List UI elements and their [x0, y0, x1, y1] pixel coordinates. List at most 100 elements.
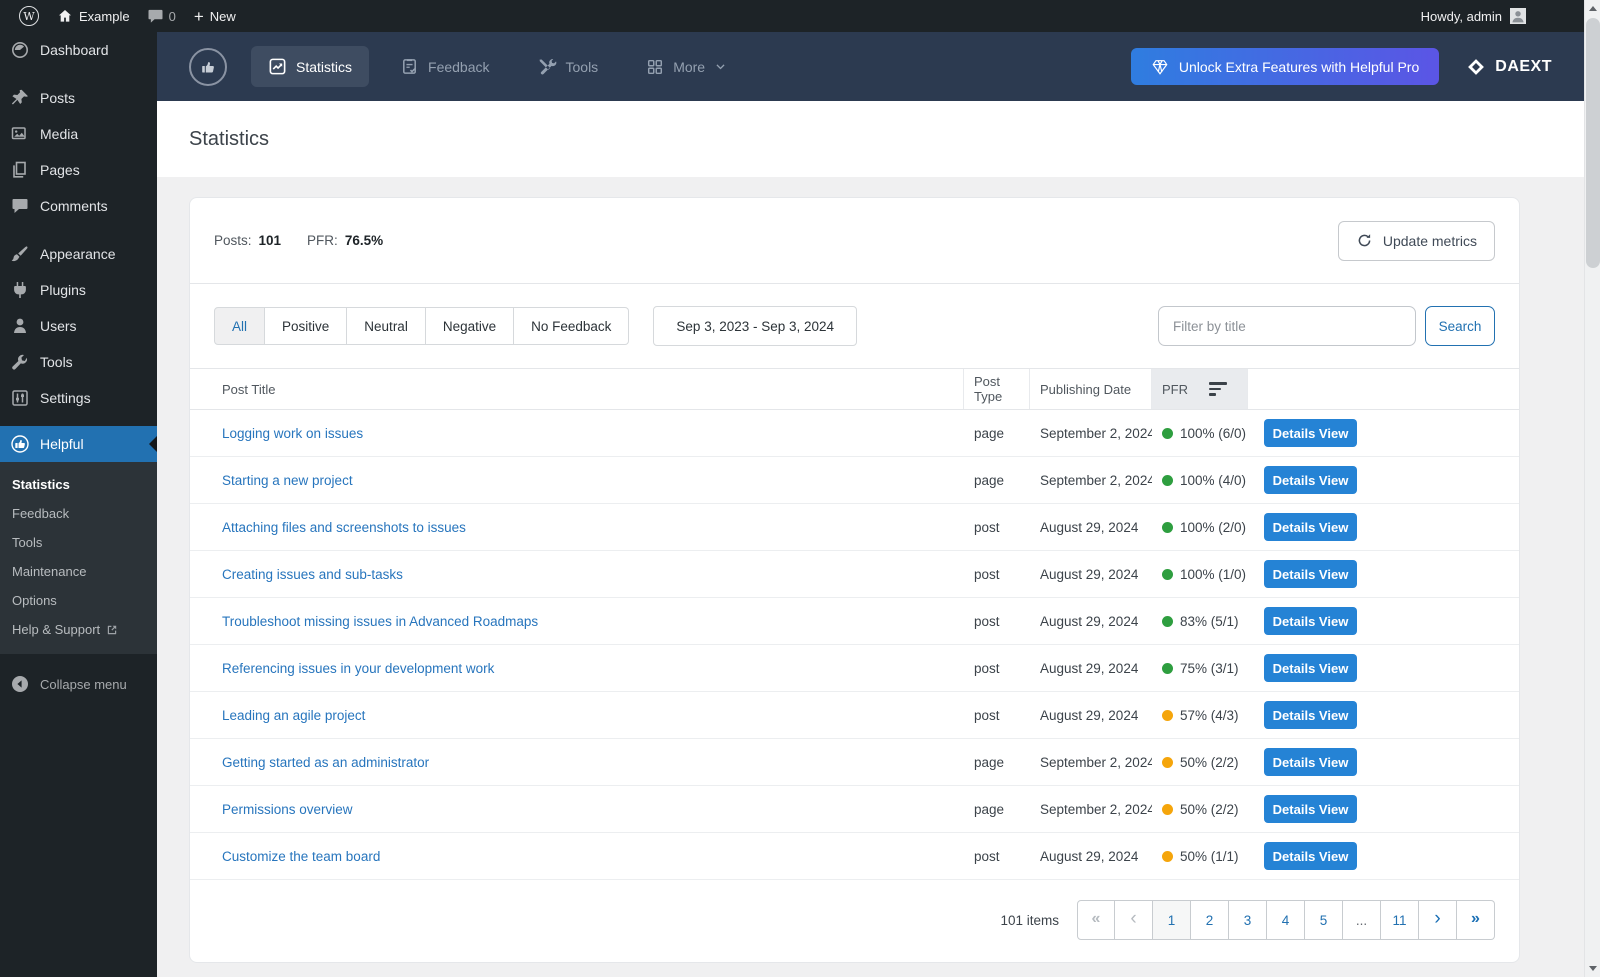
sidebar-item-appearance[interactable]: Appearance — [0, 236, 157, 272]
filter-tab-all[interactable]: All — [214, 307, 266, 345]
details-view-button[interactable]: Details View — [1264, 701, 1357, 729]
post-title-link[interactable]: Logging work on issues — [222, 426, 363, 441]
filter-tab-no-feedback[interactable]: No Feedback — [514, 307, 630, 345]
sidebar-item-tools[interactable]: Tools — [0, 344, 157, 380]
pfr-value: 50% (2/2) — [1152, 802, 1248, 817]
details-view-button[interactable]: Details View — [1264, 466, 1357, 494]
post-type: page — [974, 425, 1005, 441]
post-title-link[interactable]: Leading an agile project — [222, 708, 365, 723]
post-type: post — [974, 660, 1000, 676]
comments-shortcut[interactable]: 0 — [139, 0, 185, 32]
post-title-link[interactable]: Permissions overview — [222, 802, 353, 817]
sidebar-item-media[interactable]: Media — [0, 116, 157, 152]
wrench-icon — [10, 352, 30, 372]
helpful-plugin-nav: Statistics Feedback Tools More Unlock Ex… — [157, 32, 1584, 101]
submenu-item-help-support[interactable]: Help & Support — [0, 615, 157, 644]
daext-mark-icon — [1465, 56, 1487, 78]
scroll-down-arrow[interactable] — [1585, 960, 1600, 977]
column-header-pfr[interactable]: PFR — [1152, 369, 1248, 409]
last-page-button[interactable]: » — [1457, 900, 1495, 940]
search-button[interactable]: Search — [1425, 306, 1495, 346]
table-row: Creating issues and sub-tasks post Augus… — [190, 551, 1519, 598]
pagination-bar: 101 items « ‹ 1 2 3 4 5 ... 11 › » — [190, 880, 1519, 962]
wp-logo-menu[interactable]: W — [10, 0, 48, 32]
details-view-button[interactable]: Details View — [1264, 654, 1357, 682]
tab-tools[interactable]: Tools — [521, 46, 616, 87]
next-page-button[interactable]: › — [1419, 900, 1457, 940]
status-dot — [1162, 568, 1173, 580]
post-title-link[interactable]: Customize the team board — [222, 849, 380, 864]
vertical-scrollbar[interactable] — [1584, 0, 1600, 977]
sidebar-item-comments[interactable]: Comments — [0, 188, 157, 224]
chart-icon — [268, 57, 287, 76]
sidebar-item-helpful[interactable]: Helpful — [0, 426, 157, 462]
submenu-item-options[interactable]: Options — [0, 586, 157, 615]
post-type: page — [974, 801, 1005, 817]
posts-metric-label: Posts: — [214, 233, 252, 248]
filter-tab-negative[interactable]: Negative — [425, 307, 515, 345]
sidebar-item-plugins[interactable]: Plugins — [0, 272, 157, 308]
post-title-link[interactable]: Attaching files and screenshots to issue… — [222, 520, 466, 535]
howdy-label[interactable]: Howdy, admin — [1421, 9, 1502, 24]
sidebar-item-label: Tools — [40, 354, 73, 370]
post-title-link[interactable]: Troubleshoot missing issues in Advanced … — [222, 614, 538, 629]
post-title-link[interactable]: Referencing issues in your development w… — [222, 661, 494, 676]
post-type: page — [974, 472, 1005, 488]
tab-feedback[interactable]: Feedback — [383, 46, 506, 87]
page-button-1[interactable]: 1 — [1153, 900, 1191, 940]
filter-tab-positive[interactable]: Positive — [265, 307, 348, 345]
publishing-date: September 2, 2024 — [1040, 472, 1152, 488]
page-button-3[interactable]: 3 — [1229, 900, 1267, 940]
sidebar-item-posts[interactable]: Posts — [0, 80, 157, 116]
collapse-menu-button[interactable]: Collapse menu — [0, 668, 157, 700]
page-button-5[interactable]: 5 — [1305, 900, 1343, 940]
avatar[interactable] — [1510, 8, 1526, 24]
submenu-item-statistics[interactable]: Statistics — [0, 470, 157, 499]
page-button-11[interactable]: 11 — [1381, 900, 1419, 940]
sidebar-item-users[interactable]: Users — [0, 308, 157, 344]
scroll-up-arrow[interactable] — [1585, 0, 1600, 17]
table-row: Logging work on issues page September 2,… — [190, 410, 1519, 457]
tab-statistics[interactable]: Statistics — [251, 46, 370, 87]
details-view-button[interactable]: Details View — [1264, 560, 1357, 588]
sidebar-item-dashboard[interactable]: Dashboard — [0, 32, 157, 68]
post-title-link[interactable]: Starting a new project — [222, 473, 353, 488]
page-button-4[interactable]: 4 — [1267, 900, 1305, 940]
collapse-arrow-icon — [10, 674, 30, 694]
comment-bubble-icon — [148, 9, 163, 23]
pfr-value: 50% (1/1) — [1152, 849, 1248, 864]
sidebar-item-label: Media — [40, 126, 79, 142]
site-name-label: Example — [79, 8, 130, 24]
sidebar-item-pages[interactable]: Pages — [0, 152, 157, 188]
details-view-button[interactable]: Details View — [1264, 419, 1357, 447]
details-view-button[interactable]: Details View — [1264, 748, 1357, 776]
details-view-button[interactable]: Details View — [1264, 795, 1357, 823]
submenu-item-maintenance[interactable]: Maintenance — [0, 557, 157, 586]
pfr-value: 50% (2/2) — [1152, 755, 1248, 770]
previous-page-button[interactable]: ‹ — [1115, 900, 1153, 940]
submenu-item-tools[interactable]: Tools — [0, 528, 157, 557]
details-view-button[interactable]: Details View — [1264, 842, 1357, 870]
sidebar-item-settings[interactable]: Settings — [0, 380, 157, 416]
page-button-2[interactable]: 2 — [1191, 900, 1229, 940]
update-metrics-button[interactable]: Update metrics — [1337, 220, 1495, 261]
filter-title-input[interactable] — [1158, 306, 1416, 346]
post-title-link[interactable]: Creating issues and sub-tasks — [222, 567, 403, 582]
unlock-pro-button[interactable]: Unlock Extra Features with Helpful Pro — [1130, 48, 1440, 85]
table-row: Starting a new project page September 2,… — [190, 457, 1519, 504]
dashboard-icon — [10, 40, 30, 60]
sidebar-item-label: Dashboard — [40, 42, 109, 58]
date-range-picker[interactable]: Sep 3, 2023 - Sep 3, 2024 — [653, 306, 858, 346]
paintbrush-icon — [10, 244, 30, 264]
tab-more[interactable]: More — [629, 47, 744, 87]
submenu-item-feedback[interactable]: Feedback — [0, 499, 157, 528]
details-view-button[interactable]: Details View — [1264, 513, 1357, 541]
new-content-menu[interactable]: + New — [185, 0, 245, 32]
scrollbar-thumb[interactable] — [1586, 18, 1600, 268]
filter-tab-neutral[interactable]: Neutral — [347, 307, 426, 345]
site-name-link[interactable]: Example — [48, 0, 139, 32]
details-view-button[interactable]: Details View — [1264, 607, 1357, 635]
post-title-link[interactable]: Getting started as an administrator — [222, 755, 429, 770]
first-page-button[interactable]: « — [1077, 900, 1115, 940]
pfr-value: 100% (2/0) — [1152, 520, 1248, 535]
